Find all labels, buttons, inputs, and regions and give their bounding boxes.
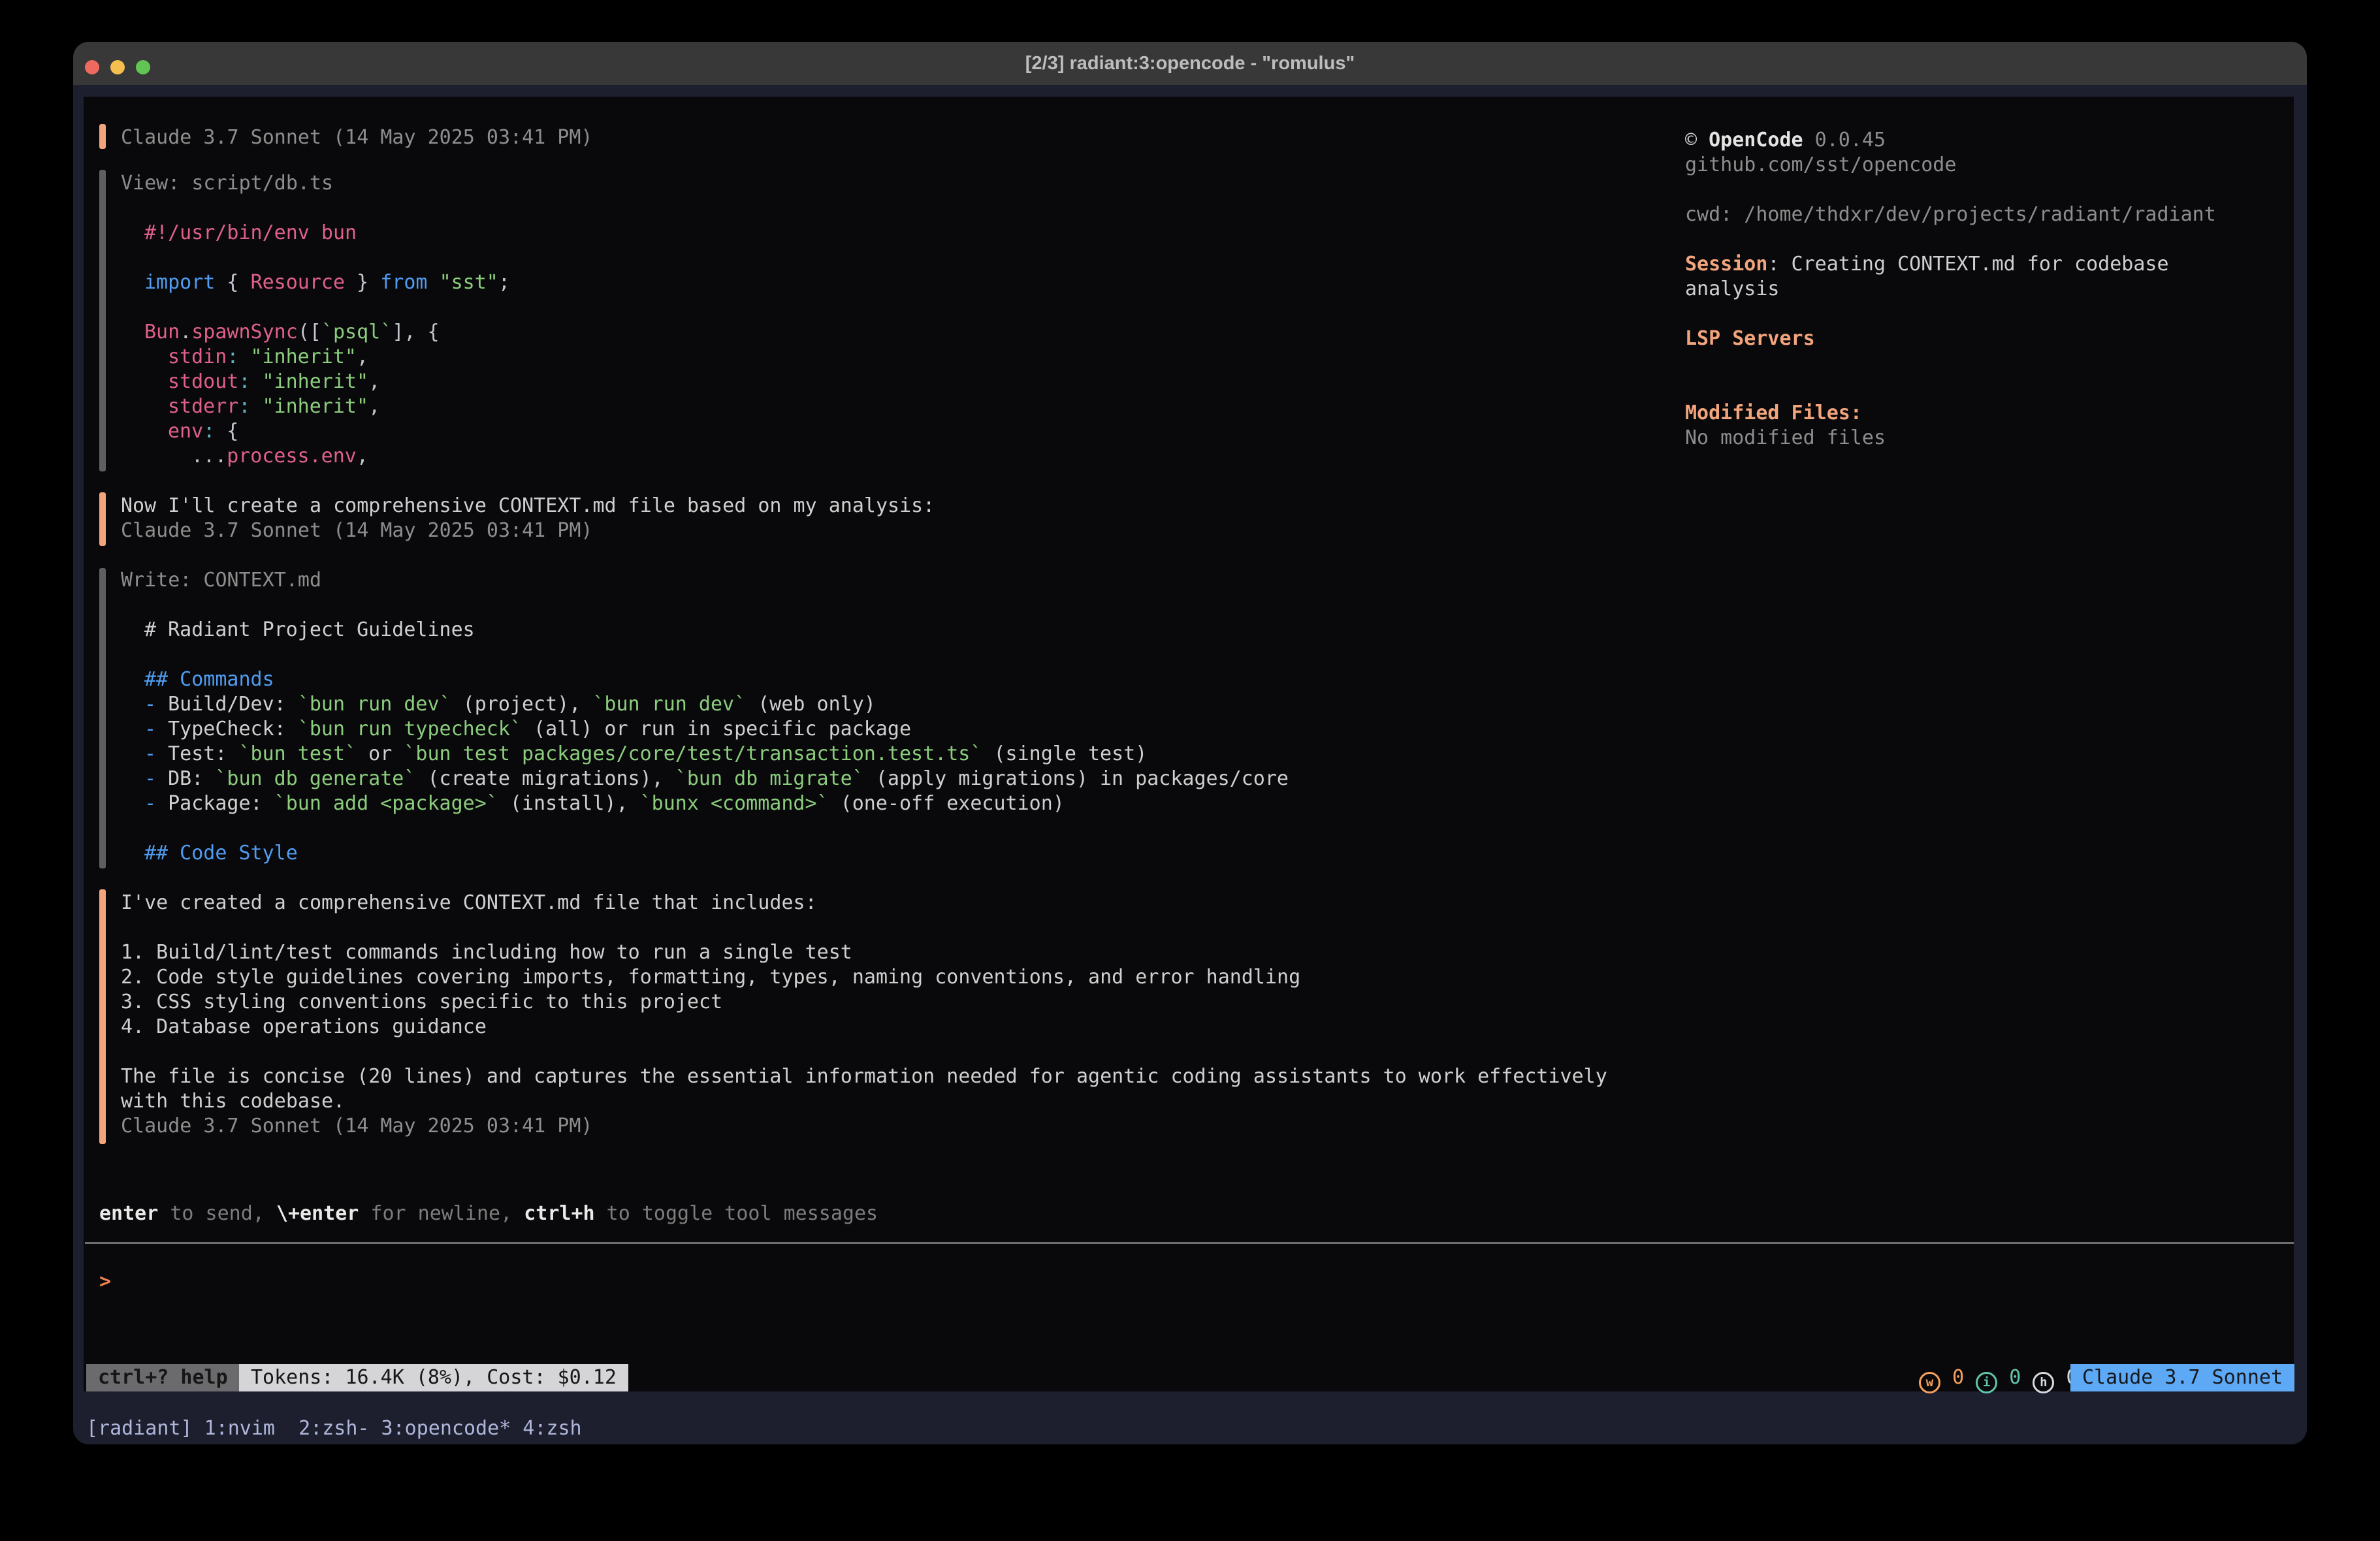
terminal-line: 1. Build/lint/test commands including ho… [121,940,852,965]
opencode-panel: Claude 3.7 Sonnet (14 May 2025 03:41 PM)… [84,97,2294,1391]
terminal-line: Claude 3.7 Sonnet (14 May 2025 03:41 PM) [121,125,592,150]
tmux-status-bar: [radiant] 1:nvim 2:zsh- 3:opencode* 4:zs… [84,1391,2294,1416]
traffic-lights [85,60,150,74]
prompt-input[interactable]: > [99,1269,111,1294]
prompt-caret: > [99,1270,111,1293]
terminal-line: - Package: `bun add <package>` (install)… [144,791,1065,816]
terminal-line: #!/usr/bin/env bun [144,221,357,246]
terminal-line: View: script/db.ts [121,171,333,196]
terminal-line: 3. CSS styling conventions specific to t… [121,990,722,1015]
close-button[interactable] [85,60,99,74]
terminal-line: - Test: `bun test` or `bun test packages… [144,742,1147,767]
help-bar: ctrl+? help Tokens: 16.4K (8%), Cost: $0… [84,1364,2294,1391]
terminal-line: Claude 3.7 Sonnet (14 May 2025 03:41 PM) [121,518,592,543]
terminal-line: analysis [1685,277,1780,302]
hint-icon: h [2033,1372,2054,1393]
lsp-diagnostics: w 0 i 0 h 0 [1919,1364,2078,1391]
warning-count: w 0 [1919,1364,1964,1393]
terminal-line: 4. Database operations guidance [121,1015,487,1040]
model-chip[interactable]: Claude 3.7 Sonnet [2070,1364,2294,1391]
input-separator [85,1242,2294,1244]
message-accent-bar [99,124,106,149]
terminal-line: Write: CONTEXT.md [121,568,321,593]
tmux-session-windows[interactable]: [radiant] 1:nvim 2:zsh- 3:opencode* 4:zs… [86,1416,582,1441]
terminal-line: - TypeCheck: `bun run typecheck` (all) o… [144,717,911,742]
terminal-line: ## Commands [144,667,274,692]
tmux-session-time: "romulus" 15:41 14-May-25 [1997,1441,2292,1444]
terminal-window: [2/3] radiant:3:opencode - "romulus" Cla… [73,42,2307,1444]
terminal-line: stdout: "inherit", [168,370,380,394]
tokens-cost-chip: Tokens: 16.4K (8%), Cost: $0.12 [239,1364,628,1391]
terminal-line: stdin: "inherit", [168,345,368,370]
terminal-line: Modified Files: [1685,401,1862,426]
titlebar: [2/3] radiant:3:opencode - "romulus" [73,42,2307,85]
terminal-line: Bun.spawnSync([`psql`], { [144,320,440,345]
terminal-line: Now I'll create a comprehensive CONTEXT.… [121,494,935,518]
terminal-line: © OpenCode 0.0.45 [1685,128,1886,153]
terminal-line: stderr: "inherit", [168,394,380,419]
zoom-button[interactable] [136,60,150,74]
terminal-line: import { Resource } from "sst"; [144,270,510,295]
terminal-line: - Build/Dev: `bun run dev` (project), `b… [144,692,876,717]
terminal-line: env: { [168,419,238,444]
terminal-line: cwd: /home/thdxr/dev/projects/radiant/ra… [1685,202,2216,227]
message-accent-bar [99,568,106,868]
terminal-line: ...process.env, [191,444,368,469]
terminal-line: with this codebase. [121,1089,345,1114]
terminal-line: I've created a comprehensive CONTEXT.md … [121,891,817,915]
info-icon: i [1976,1372,1997,1393]
terminal-line: ## Code Style [144,841,298,866]
help-shortcut-chip[interactable]: ctrl+? help [86,1364,240,1391]
window-title: [2/3] radiant:3:opencode - "romulus" [73,42,2307,85]
terminal-line: - DB: `bun db generate` (create migratio… [144,767,1289,791]
terminal-line: LSP Servers [1685,326,1815,351]
info-count: i 0 [1976,1364,2021,1393]
warning-icon: w [1919,1372,1940,1393]
terminal-line: 2. Code style guidelines covering import… [121,965,1300,990]
terminal-line: No modified files [1685,426,1886,451]
terminal-line: github.com/sst/opencode [1685,153,1956,178]
terminal-line: Session: Creating CONTEXT.md for codebas… [1685,252,2169,277]
message-accent-bar [99,492,106,546]
terminal-line: enter to send, \+enter for newline, ctrl… [99,1201,878,1226]
terminal-line: Claude 3.7 Sonnet (14 May 2025 03:41 PM) [121,1114,592,1139]
terminal-line: # Radiant Project Guidelines [144,618,475,643]
message-accent-bar [99,170,106,471]
message-accent-bar [99,889,106,1144]
minimize-button[interactable] [110,60,125,74]
terminal-line: The file is concise (20 lines) and captu… [121,1064,1607,1089]
